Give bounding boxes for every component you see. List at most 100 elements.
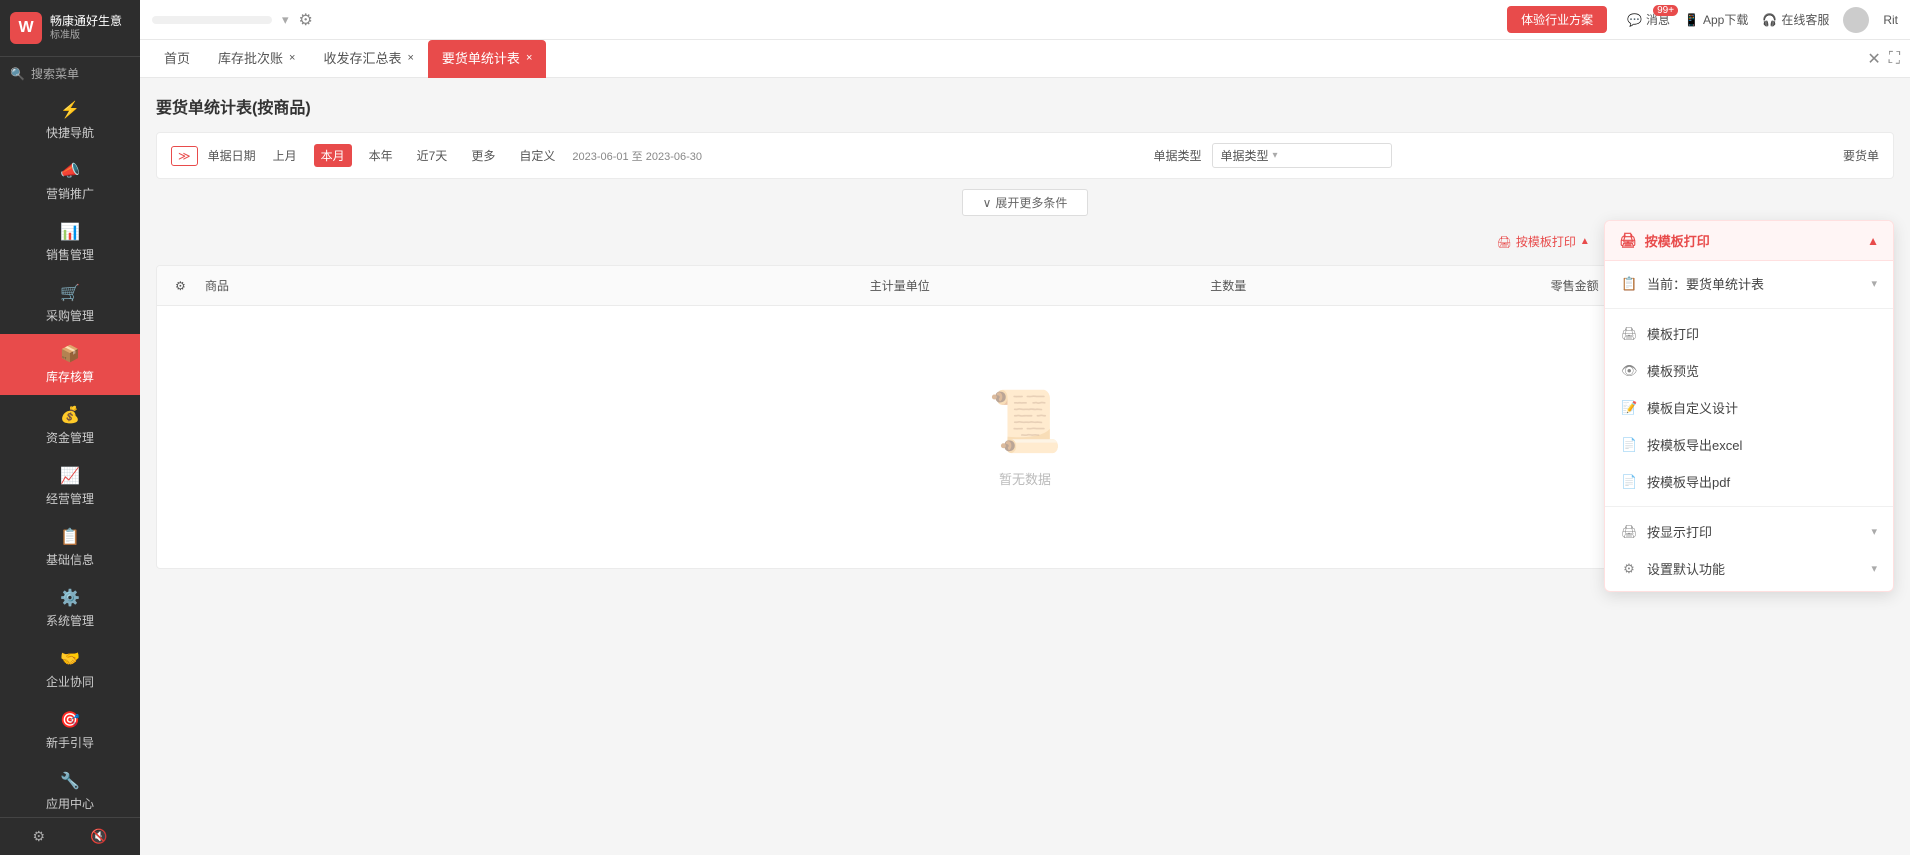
basic-icon: 📋: [60, 527, 80, 547]
dropdown-template-preview-item[interactable]: 👁 模板预览: [1605, 352, 1893, 389]
guide-icon: 🎯: [60, 710, 80, 730]
tab-home[interactable]: 首页: [150, 40, 204, 78]
operations-icon: 📈: [60, 466, 80, 486]
dropdown-extra-section: 🖨 按显示打印 ▾ ⚙ 设置默认功能 ▾: [1605, 509, 1893, 591]
marketing-icon: 📣: [60, 161, 80, 181]
date-range-display: 2023-06-01 至 2023-06-30: [572, 148, 702, 164]
service-icon: 🎧: [1762, 13, 1777, 27]
app-download-label: App下载: [1703, 11, 1748, 28]
sidebar-item-apps[interactable]: 🔧 应用中心: [0, 761, 140, 817]
no-data-label: 暂无数据: [999, 469, 1051, 488]
current-item-label: 当前：要货单统计表: [1647, 274, 1764, 293]
cur-month-btn[interactable]: 本月: [314, 144, 352, 167]
sidebar-item-marketing[interactable]: 📣 营销推广: [0, 151, 140, 212]
tab-order-stats[interactable]: 要货单统计表 ×: [428, 40, 546, 78]
tab-home-label: 首页: [164, 48, 190, 67]
settings-footer-button[interactable]: ⚙: [33, 828, 46, 845]
industry-solution-button[interactable]: 体验行业方案: [1507, 6, 1607, 33]
dropdown-template-print-item[interactable]: 🖨 模板打印: [1605, 315, 1893, 352]
dropdown-current-section: 📋 当前：要货单统计表 ▾: [1605, 261, 1893, 306]
dropdown-template-pdf-item[interactable]: 📄 按模板导出pdf: [1605, 463, 1893, 500]
tab-maximize-button[interactable]: ⛶: [1889, 50, 1900, 68]
app-icon: 📱: [1684, 13, 1699, 27]
last7-btn[interactable]: 近7天: [410, 144, 455, 167]
set-default-arrow: ▾: [1871, 562, 1877, 575]
display-print-item-label: 按显示打印: [1647, 522, 1712, 541]
dropdown-display-print-item[interactable]: 🖨 按显示打印 ▾: [1605, 513, 1893, 550]
messages-item[interactable]: 💬 消息 99+: [1627, 11, 1670, 28]
date-filter-label: 单据日期: [208, 147, 256, 164]
logo-text: 畅康通好生意 标准版: [50, 14, 122, 43]
audio-footer-button[interactable]: 🔇: [90, 828, 107, 845]
marketing-label: 营销推广: [46, 185, 94, 202]
dropdown-title: 按模板打印: [1645, 231, 1710, 250]
sidebar-item-quicknav[interactable]: ⚡ 快捷导航: [0, 90, 140, 151]
sidebar-item-guide[interactable]: 🎯 新手引导: [0, 700, 140, 761]
search-menu-label: 搜索菜单: [31, 65, 79, 82]
online-service-item[interactable]: 🎧 在线客服: [1762, 11, 1829, 28]
online-service-label: 在线客服: [1781, 11, 1829, 28]
tab-inventory-batch-close[interactable]: ×: [289, 52, 295, 64]
dropdown-current-item[interactable]: 📋 当前：要货单统计表 ▾: [1605, 265, 1893, 302]
dropdown-template-custom-item[interactable]: 📝 模板自定义设计: [1605, 389, 1893, 426]
topbar-settings-icon[interactable]: ⚙: [299, 10, 313, 30]
expand-more-label: 展开更多条件: [995, 194, 1067, 211]
dropdown-template-excel-item[interactable]: 📄 按模板导出excel: [1605, 426, 1893, 463]
dropdown-divider-1: [1605, 308, 1893, 309]
sidebar-item-basic[interactable]: 📋 基础信息: [0, 517, 140, 578]
tab-collection-summary[interactable]: 收发存汇总表 ×: [309, 40, 427, 78]
sidebar-item-collab[interactable]: 🤝 企业协同: [0, 639, 140, 700]
collab-label: 企业协同: [46, 673, 94, 690]
cur-year-btn[interactable]: 本年: [362, 144, 400, 167]
sidebar-item-system[interactable]: ⚙️ 系统管理: [0, 578, 140, 639]
template-custom-item-label: 模板自定义设计: [1647, 398, 1738, 417]
dropdown-header: 🖨 按模板打印 ▲: [1605, 221, 1893, 261]
sidebar-item-inventory[interactable]: 📦 库存核算: [0, 334, 140, 395]
filter-expand-button[interactable]: ≫: [171, 146, 198, 166]
dropdown-print-icon: 🖨: [1619, 232, 1637, 249]
search-icon: 🔍: [10, 67, 25, 81]
template-print-icon: 🖨: [1497, 235, 1512, 249]
template-custom-item-icon: 📝: [1621, 400, 1637, 416]
type-selector[interactable]: 单据类型 ▾: [1212, 143, 1392, 168]
search-menu-item[interactable]: 🔍 搜索菜单: [0, 57, 140, 90]
sidebar-item-operations[interactable]: 📈 经营管理: [0, 456, 140, 517]
finance-label: 资金管理: [46, 429, 94, 446]
topbar-search[interactable]: [152, 16, 272, 24]
topbar-dropdown-arrow[interactable]: ▾: [282, 12, 289, 28]
type-filter-label: 单据类型: [1153, 147, 1201, 164]
app-download-item[interactable]: 📱 App下载: [1684, 11, 1748, 28]
dropdown-divider-2: [1605, 506, 1893, 507]
sidebar-item-sales[interactable]: 📊 销售管理: [0, 212, 140, 273]
operations-label: 经营管理: [46, 490, 94, 507]
expand-more-button[interactable]: ∨ 展开更多条件: [962, 189, 1089, 216]
col-goods: 商品: [197, 277, 862, 294]
settings-col-icon[interactable]: ⚙: [175, 279, 186, 293]
tab-collection-summary-close[interactable]: ×: [407, 52, 413, 64]
main-area: ▾ ⚙ 体验行业方案 💬 消息 99+ 📱 App下载 🎧 在线客服 Rit 首…: [140, 0, 1910, 855]
more-dates-btn[interactable]: 更多: [464, 144, 502, 167]
custom-date-btn[interactable]: 自定义: [512, 144, 562, 167]
filter-bar: ≫ 单据日期 上月 本月 本年 近7天 更多 自定义 2023-06-01 至 …: [156, 132, 1894, 179]
template-print-button[interactable]: 🖨 按模板打印 ▲: [1489, 229, 1598, 254]
template-print-item-icon: 🖨: [1621, 326, 1637, 342]
guide-label: 新手引导: [46, 734, 94, 751]
current-item-arrow: ▾: [1871, 277, 1877, 290]
system-label: 系统管理: [46, 612, 94, 629]
dropdown-collapse-button[interactable]: ▲: [1867, 234, 1879, 248]
message-icon: 💬: [1627, 13, 1642, 27]
tab-order-stats-close[interactable]: ×: [526, 52, 532, 64]
sidebar-logo: W 畅康通好生意 标准版: [0, 0, 140, 57]
sidebar-item-purchase[interactable]: 🛒 采购管理: [0, 273, 140, 334]
tab-inventory-batch[interactable]: 库存批次账 ×: [204, 40, 309, 78]
prev-month-btn[interactable]: 上月: [266, 144, 304, 167]
display-print-arrow: ▾: [1871, 525, 1877, 538]
sales-label: 销售管理: [46, 246, 94, 263]
template-print-arrow: ▲: [1580, 236, 1590, 247]
logo-icon: W: [10, 12, 42, 44]
dropdown-set-default-item[interactable]: ⚙ 设置默认功能 ▾: [1605, 550, 1893, 587]
finance-icon: 💰: [60, 405, 80, 425]
tab-close-all-button[interactable]: ✕: [1867, 49, 1880, 69]
expand-more-icon: ∨: [983, 196, 992, 210]
sidebar-item-finance[interactable]: 💰 资金管理: [0, 395, 140, 456]
